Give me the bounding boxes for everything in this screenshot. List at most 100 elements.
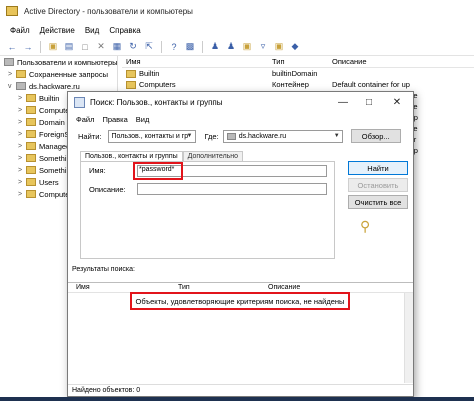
export-icon[interactable]: ⇱ <box>143 41 155 53</box>
filter-icon[interactable]: ▿ <box>257 41 269 53</box>
list-item[interactable]: Computers Контейнер Default container fo… <box>122 79 474 90</box>
find-icon[interactable]: ▣ <box>273 41 285 53</box>
stop-button[interactable]: Остановить <box>348 178 408 192</box>
dialog-title: Поиск: Пользов., контакты и группы <box>90 97 223 107</box>
list-item[interactable]: Builtin builtinDomain <box>122 68 474 79</box>
find-now-button[interactable]: Найти <box>348 161 408 175</box>
no-results-message: Объекты, удовлетворяющие критериям поиск… <box>130 292 350 310</box>
tree-item-saved-queries[interactable]: > Сохраненные запросы <box>0 68 117 80</box>
column-name-header[interactable]: Имя <box>122 57 268 66</box>
tree-item-label: Пользователи и компьютеры <box>17 57 118 67</box>
new-group-icon[interactable]: ♟ <box>225 41 237 53</box>
folder-icon <box>26 94 36 102</box>
tree-item-label: Сохраненные запросы <box>29 69 108 79</box>
tree-item-label: Managed <box>39 141 71 151</box>
chevron-right-icon[interactable]: > <box>18 131 25 138</box>
tree-item-label: Builtin <box>39 93 60 103</box>
browse-button[interactable]: Обзор... <box>350 129 401 143</box>
folder-icon <box>26 118 36 126</box>
results-label: Результаты поиска: <box>72 266 135 273</box>
back-arrow-icon[interactable]: ← <box>6 41 18 53</box>
minimize-icon[interactable]: — <box>332 94 354 110</box>
description-label: Описание: <box>89 185 126 194</box>
new-user-icon[interactable]: ♟ <box>209 41 221 53</box>
dialog-menu-file[interactable]: Файл <box>76 115 94 124</box>
list-header: Имя Тип Описание <box>122 56 474 68</box>
delete-icon[interactable]: ✕ <box>95 41 107 53</box>
find-label: Найти: <box>78 131 102 141</box>
clear-all-button[interactable]: Очистить все <box>348 195 408 209</box>
menu-help[interactable]: Справка <box>109 26 140 35</box>
folder-icon <box>16 70 26 78</box>
domain-icon <box>226 132 236 140</box>
folder-icon <box>26 142 36 150</box>
menu-file[interactable]: Файл <box>10 26 30 35</box>
name-field[interactable]: *password* <box>139 166 174 173</box>
domain-icon <box>16 82 26 90</box>
results-scrollbar[interactable] <box>404 293 413 383</box>
main-titlebar: Active Directory - пользователи и компью… <box>0 0 474 22</box>
folder-icon <box>126 80 136 89</box>
dialog-menu-view[interactable]: Вид <box>136 115 150 124</box>
tab-advanced[interactable]: Дополнительно <box>182 151 244 161</box>
chevron-right-icon[interactable]: > <box>18 119 25 126</box>
refresh-icon[interactable]: ↻ <box>127 41 139 53</box>
main-window-title: Active Directory - пользователи и компью… <box>24 6 193 16</box>
forward-arrow-icon[interactable]: → <box>22 41 34 53</box>
dialog-menubar: Файл Правка Вид <box>68 112 413 126</box>
ad-console-icon <box>4 58 14 66</box>
find-type-select[interactable]: Пользов., контакты и гр ▼ <box>107 129 196 143</box>
chevron-down-icon[interactable]: v <box>8 83 15 90</box>
results-column-type[interactable]: Тип <box>138 284 264 291</box>
up-folder-icon[interactable]: ▣ <box>47 41 59 53</box>
search-magnifier-icon: ⚲ <box>360 218 371 234</box>
copy-icon[interactable]: □ <box>79 41 91 53</box>
status-bar: Найдено объектов: 0 <box>68 384 413 396</box>
name-label: Имя: <box>89 166 106 175</box>
folder-icon <box>26 190 36 198</box>
chevron-down-icon: ▼ <box>186 132 193 139</box>
criteria-tabs: Пользов., контакты и группы Дополнительн… <box>80 149 244 161</box>
criteria-pane: Имя: *password* Описание: <box>80 161 335 259</box>
maximize-icon[interactable]: □ <box>358 94 380 110</box>
add-to-group-icon[interactable]: ◆ <box>289 41 301 53</box>
results-column-name[interactable]: Имя <box>68 284 138 291</box>
chevron-right-icon[interactable]: > <box>18 155 25 162</box>
folder-icon <box>26 166 36 174</box>
taskbar <box>0 397 474 401</box>
chevron-right-icon[interactable]: > <box>18 143 25 150</box>
tree-item-label: Somethin <box>39 165 71 175</box>
chevron-right-icon[interactable]: > <box>18 191 25 198</box>
ad-app-icon <box>6 6 18 16</box>
chevron-right-icon[interactable]: > <box>18 167 25 174</box>
console-icon[interactable]: ▩ <box>184 41 196 53</box>
show-tree-icon[interactable]: ▤ <box>63 41 75 53</box>
search-location-select[interactable]: ds.hackware.ru ▼ <box>222 129 343 143</box>
column-desc-header[interactable]: Описание <box>330 57 470 66</box>
find-row: Найти: Пользов., контакты и гр ▼ Где: ds… <box>68 126 413 146</box>
chevron-right-icon[interactable]: > <box>18 95 25 102</box>
help-icon[interactable]: ? <box>168 41 180 53</box>
results-column-desc[interactable]: Описание <box>264 284 364 291</box>
tab-users-contacts-groups[interactable]: Пользов., контакты и группы <box>80 151 183 161</box>
chevron-right-icon[interactable]: > <box>18 179 25 186</box>
close-icon[interactable]: ✕ <box>386 94 408 110</box>
description-field[interactable] <box>137 183 327 195</box>
tree-item-root[interactable]: Пользователи и компьютеры <box>0 56 118 68</box>
find-dialog: Поиск: Пользов., контакты и группы — □ ✕… <box>67 91 414 397</box>
column-type-header[interactable]: Тип <box>268 57 330 66</box>
folder-icon <box>26 154 36 162</box>
chevron-right-icon[interactable]: > <box>8 71 15 78</box>
folder-icon <box>26 178 36 186</box>
tree-item-label: Somethin <box>39 153 71 163</box>
menu-view[interactable]: Вид <box>85 26 99 35</box>
folder-icon <box>26 106 36 114</box>
in-label: Где: <box>204 131 219 141</box>
tree-item-label: Users <box>39 177 59 187</box>
properties-icon[interactable]: ▦ <box>111 41 123 53</box>
menu-action[interactable]: Действие <box>40 26 75 35</box>
chevron-right-icon[interactable]: > <box>18 107 25 114</box>
dialog-menu-edit[interactable]: Правка <box>102 115 127 124</box>
tree-item-label: ForeignS <box>39 129 70 139</box>
new-ou-icon[interactable]: ▣ <box>241 41 253 53</box>
